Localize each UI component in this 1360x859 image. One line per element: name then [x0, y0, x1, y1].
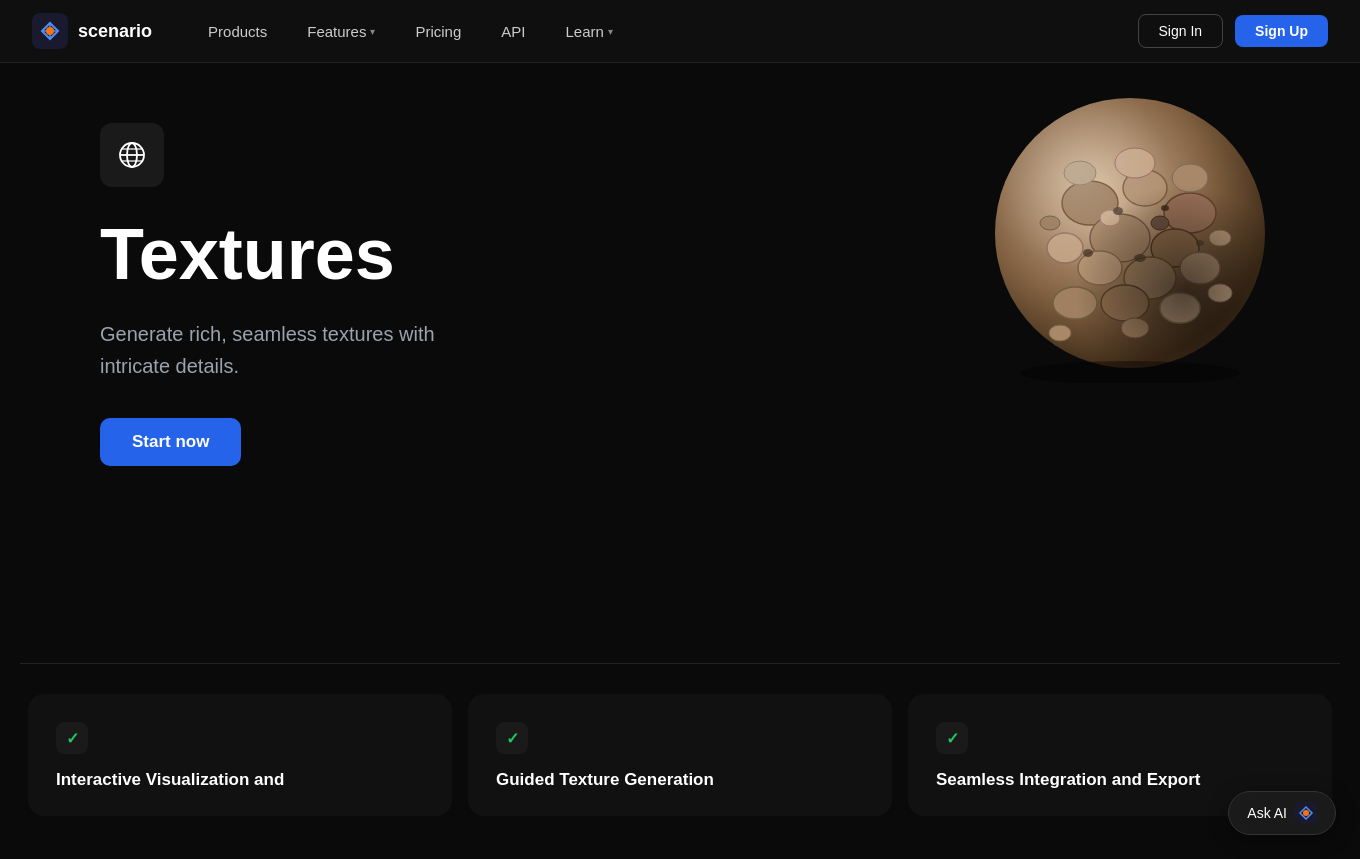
svg-point-1 — [46, 27, 54, 35]
check-icon-2: ✓ — [946, 729, 959, 748]
svg-point-40 — [1303, 810, 1309, 816]
globe-icon — [116, 139, 148, 171]
ask-ai-logo-icon — [1295, 802, 1317, 824]
navbar-right: Sign In Sign Up — [1138, 14, 1328, 48]
nav-links: Products Features ▾ Pricing API Learn ▾ — [192, 15, 629, 48]
nav-features[interactable]: Features ▾ — [291, 15, 391, 48]
features-section: ✓ Interactive Visualization and ✓ Guided… — [0, 664, 1360, 816]
feature-card-interactive: ✓ Interactive Visualization and — [28, 694, 452, 816]
start-now-button[interactable]: Start now — [100, 418, 241, 466]
check-badge-1: ✓ — [496, 722, 528, 754]
ask-ai-label: Ask AI — [1247, 805, 1287, 821]
nav-products[interactable]: Products — [192, 15, 283, 48]
nav-learn[interactable]: Learn ▾ — [550, 15, 629, 48]
check-badge-0: ✓ — [56, 722, 88, 754]
hero-sphere-container — [980, 83, 1280, 387]
feature-title-1: Guided Texture Generation — [496, 768, 864, 792]
feature-card-guided: ✓ Guided Texture Generation — [468, 694, 892, 816]
scenario-logo-icon — [32, 13, 68, 49]
logo-text: scenario — [78, 21, 152, 42]
texture-icon-box — [100, 123, 164, 187]
feature-title-2: Seamless Integration and Export — [936, 768, 1304, 792]
nav-pricing[interactable]: Pricing — [399, 15, 477, 48]
hero-section: Textures Generate rich, seamless texture… — [0, 63, 1360, 663]
check-icon-1: ✓ — [506, 729, 519, 748]
ask-ai-button[interactable]: Ask AI — [1228, 791, 1336, 835]
svg-point-37 — [995, 98, 1265, 368]
features-chevron-icon: ▾ — [370, 26, 375, 37]
navbar-left: scenario Products Features ▾ Pricing API… — [32, 13, 629, 49]
logo[interactable]: scenario — [32, 13, 152, 49]
svg-point-38 — [1020, 361, 1240, 383]
feature-title-0: Interactive Visualization and — [56, 768, 424, 792]
sign-in-button[interactable]: Sign In — [1138, 14, 1224, 48]
navbar: scenario Products Features ▾ Pricing API… — [0, 0, 1360, 63]
check-icon-0: ✓ — [66, 729, 79, 748]
stone-sphere — [980, 83, 1280, 383]
hero-description: Generate rich, seamless textures with in… — [100, 318, 580, 382]
learn-chevron-icon: ▾ — [608, 26, 613, 37]
check-badge-2: ✓ — [936, 722, 968, 754]
sign-up-button[interactable]: Sign Up — [1235, 15, 1328, 47]
nav-api[interactable]: API — [485, 15, 541, 48]
